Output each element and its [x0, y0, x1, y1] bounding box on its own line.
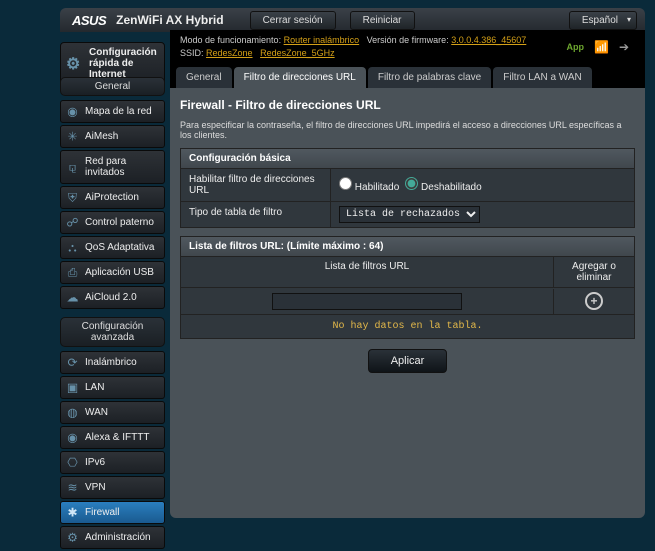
sidebar-item-aicloud[interactable]: ☁AiCloud 2.0	[60, 286, 165, 309]
aimesh-icon: ✳	[65, 129, 80, 144]
ssid2-link[interactable]: RedesZone_5GHz	[260, 48, 335, 58]
shield-icon: ⛨	[65, 190, 80, 205]
basic-config-header: Configuración básica	[180, 148, 635, 169]
sidebar-item-ipv6[interactable]: ⎔IPv6	[60, 451, 165, 474]
enable-filter-label: Habilitar filtro de direcciones URL	[181, 169, 331, 201]
enable-radio-off-wrap[interactable]: Deshabilitado	[405, 177, 481, 193]
sidebar-item-qos[interactable]: ⛬QoS Adaptativa	[60, 236, 165, 259]
sidebar-item-aimesh[interactable]: ✳AiMesh	[60, 125, 165, 148]
sidebar-item-wireless[interactable]: ⟳Inalámbrico	[60, 351, 165, 374]
apply-button[interactable]: Aplicar	[368, 349, 448, 373]
table-type-label: Tipo de tabla de filtro	[181, 202, 331, 227]
tab-url-filter[interactable]: Filtro de direcciones URL	[234, 67, 366, 88]
globe-icon: ◍	[65, 405, 80, 420]
app-link[interactable]: App	[566, 42, 584, 52]
sidebar-item-parental[interactable]: ☍Control paterno	[60, 211, 165, 234]
panel-title: Firewall - Filtro de direcciones URL	[180, 98, 635, 112]
sidebar-item-vpn[interactable]: ≋VPN	[60, 476, 165, 499]
tab-keyword-filter[interactable]: Filtro de palabras clave	[368, 67, 491, 88]
add-url-button[interactable]: +	[585, 292, 603, 310]
reboot-button[interactable]: Reiniciar	[350, 11, 415, 30]
tab-lan-wan-filter[interactable]: Filtro LAN a WAN	[493, 67, 592, 88]
sidebar-item-alexa[interactable]: ◉Alexa & IFTTT	[60, 426, 165, 449]
admin-icon: ⚙	[65, 530, 80, 545]
main-panel: Firewall - Filtro de direcciones URL Par…	[170, 88, 645, 518]
info-row: Modo de funcionamiento: Router inalámbri…	[170, 30, 645, 63]
mode-label: Modo de funcionamiento:	[180, 35, 281, 45]
quick-setup-line1: Configuración	[89, 47, 160, 58]
topbar: ASUS ZenWiFi AX Hybrid Cerrar sesión Rei…	[60, 8, 645, 32]
logout-button[interactable]: Cerrar sesión	[250, 11, 336, 30]
sidebar-item-firewall[interactable]: ✱Firewall	[60, 501, 165, 524]
vpn-icon: ≋	[65, 480, 80, 495]
guest-icon: ⚼	[65, 160, 80, 175]
enable-radio-on[interactable]	[339, 177, 352, 190]
fw-label: Versión de firmware:	[367, 35, 449, 45]
enable-radio-on-wrap[interactable]: Habilitado	[339, 177, 399, 193]
sidebar-group-general: General	[60, 77, 165, 96]
product-name: ZenWiFi AX Hybrid	[116, 13, 223, 27]
brand-logo: ASUS	[68, 13, 110, 28]
gear-icon: ⚙	[66, 54, 80, 74]
language-dropdown[interactable]: Español	[569, 11, 637, 30]
sidebar-item-admin[interactable]: ⚙Administración	[60, 526, 165, 549]
qos-icon: ⛬	[65, 240, 80, 255]
ssid-label: SSID:	[180, 48, 204, 58]
sidebar-item-network-map[interactable]: ◉Mapa de la red	[60, 100, 165, 123]
enable-radio-off[interactable]	[405, 177, 418, 190]
table-type-select[interactable]: Lista de rechazados	[339, 206, 480, 223]
empty-table-message: No hay datos en la tabla.	[180, 315, 635, 339]
sidebar: General ◉Mapa de la red ✳AiMesh ⚼Red par…	[60, 77, 165, 551]
url-list-header: Lista de filtros URL: (Límite máximo : 6…	[180, 236, 635, 257]
parental-icon: ☍	[65, 215, 80, 230]
firewall-tabs: General Filtro de direcciones URL Filtro…	[170, 63, 645, 88]
sidebar-item-usb-app[interactable]: ⎙Aplicación USB	[60, 261, 165, 284]
ssid1-link[interactable]: RedesZone	[206, 48, 253, 58]
sidebar-item-guest-network[interactable]: ⚼Red para invitados	[60, 150, 165, 184]
ipv6-icon: ⎔	[65, 455, 80, 470]
col-url-list: Lista de filtros URL	[181, 257, 554, 287]
sidebar-item-lan[interactable]: ▣LAN	[60, 376, 165, 399]
url-input[interactable]	[272, 293, 462, 310]
cloud-icon: ☁	[65, 290, 80, 305]
col-add-remove: Agregar o eliminar	[554, 257, 634, 287]
sidebar-item-wan[interactable]: ◍WAN	[60, 401, 165, 424]
mode-link[interactable]: Router inalámbrico	[284, 35, 360, 45]
arrow-right-icon[interactable]: ➔	[619, 40, 629, 54]
tab-general[interactable]: General	[176, 67, 232, 88]
wifi-icon: ⟳	[65, 355, 80, 370]
firewall-icon: ✱	[65, 505, 80, 520]
alexa-icon: ◉	[65, 430, 80, 445]
fw-link[interactable]: 3.0.0.4.386_45607	[451, 35, 526, 45]
usb-icon: ⎙	[65, 265, 80, 280]
lan-icon: ▣	[65, 380, 80, 395]
network-map-icon: ◉	[65, 104, 80, 119]
sidebar-item-aiprotection[interactable]: ⛨AiProtection	[60, 186, 165, 209]
panel-description: Para especificar la contraseña, el filtr…	[180, 120, 635, 140]
sidebar-group-advanced: Configuración avanzada	[60, 317, 165, 347]
wifi-status-icon[interactable]: 📶	[594, 40, 609, 54]
